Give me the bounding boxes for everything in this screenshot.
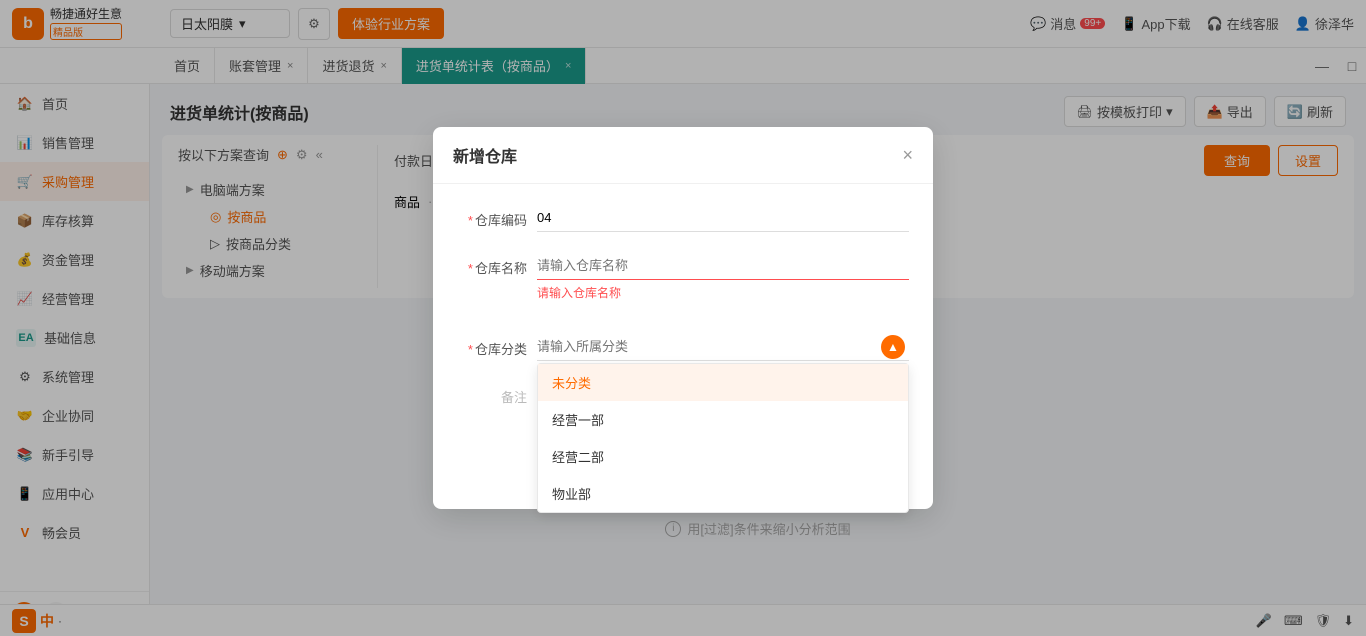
modal-body: *仓库编码 *仓库名称 请输入仓库名称 *仓库分类 <box>433 184 933 445</box>
form-row-category: *仓库分类 ▲ 未分类 经营一部 经营二部 物业部 <box>457 333 909 361</box>
warehouse-name-input[interactable] <box>537 252 909 280</box>
warehouse-code-input[interactable] <box>537 204 909 232</box>
modal-overlay[interactable]: 新增仓库 × *仓库编码 *仓库名称 请输入仓库名称 <box>0 0 1366 636</box>
modal-header: 新增仓库 × <box>433 127 933 184</box>
category-input[interactable] <box>537 333 909 361</box>
category-wrapper: ▲ 未分类 经营一部 经营二部 物业部 <box>537 333 909 361</box>
category-label: *仓库分类 <box>457 333 537 358</box>
modal-new-warehouse: 新增仓库 × *仓库编码 *仓库名称 请输入仓库名称 <box>433 127 933 509</box>
dropdown-item-uncategorized[interactable]: 未分类 <box>538 364 908 401</box>
code-label: *仓库编码 <box>457 204 537 229</box>
name-error-msg: 请输入仓库名称 <box>537 284 909 301</box>
dropdown-item-property[interactable]: 物业部 <box>538 475 908 512</box>
form-row-name: *仓库名称 请输入仓库名称 <box>457 252 909 301</box>
name-label: *仓库名称 <box>457 252 537 277</box>
category-toggle-button[interactable]: ▲ <box>881 335 905 359</box>
remark-label: 备注 <box>457 381 537 406</box>
modal-close-button[interactable]: × <box>902 145 913 166</box>
category-dropdown: 未分类 经营一部 经营二部 物业部 <box>537 363 909 513</box>
form-row-code: *仓库编码 <box>457 204 909 232</box>
dropdown-item-ops2[interactable]: 经营二部 <box>538 438 908 475</box>
dropdown-item-ops1[interactable]: 经营一部 <box>538 401 908 438</box>
modal-title: 新增仓库 <box>453 143 517 167</box>
